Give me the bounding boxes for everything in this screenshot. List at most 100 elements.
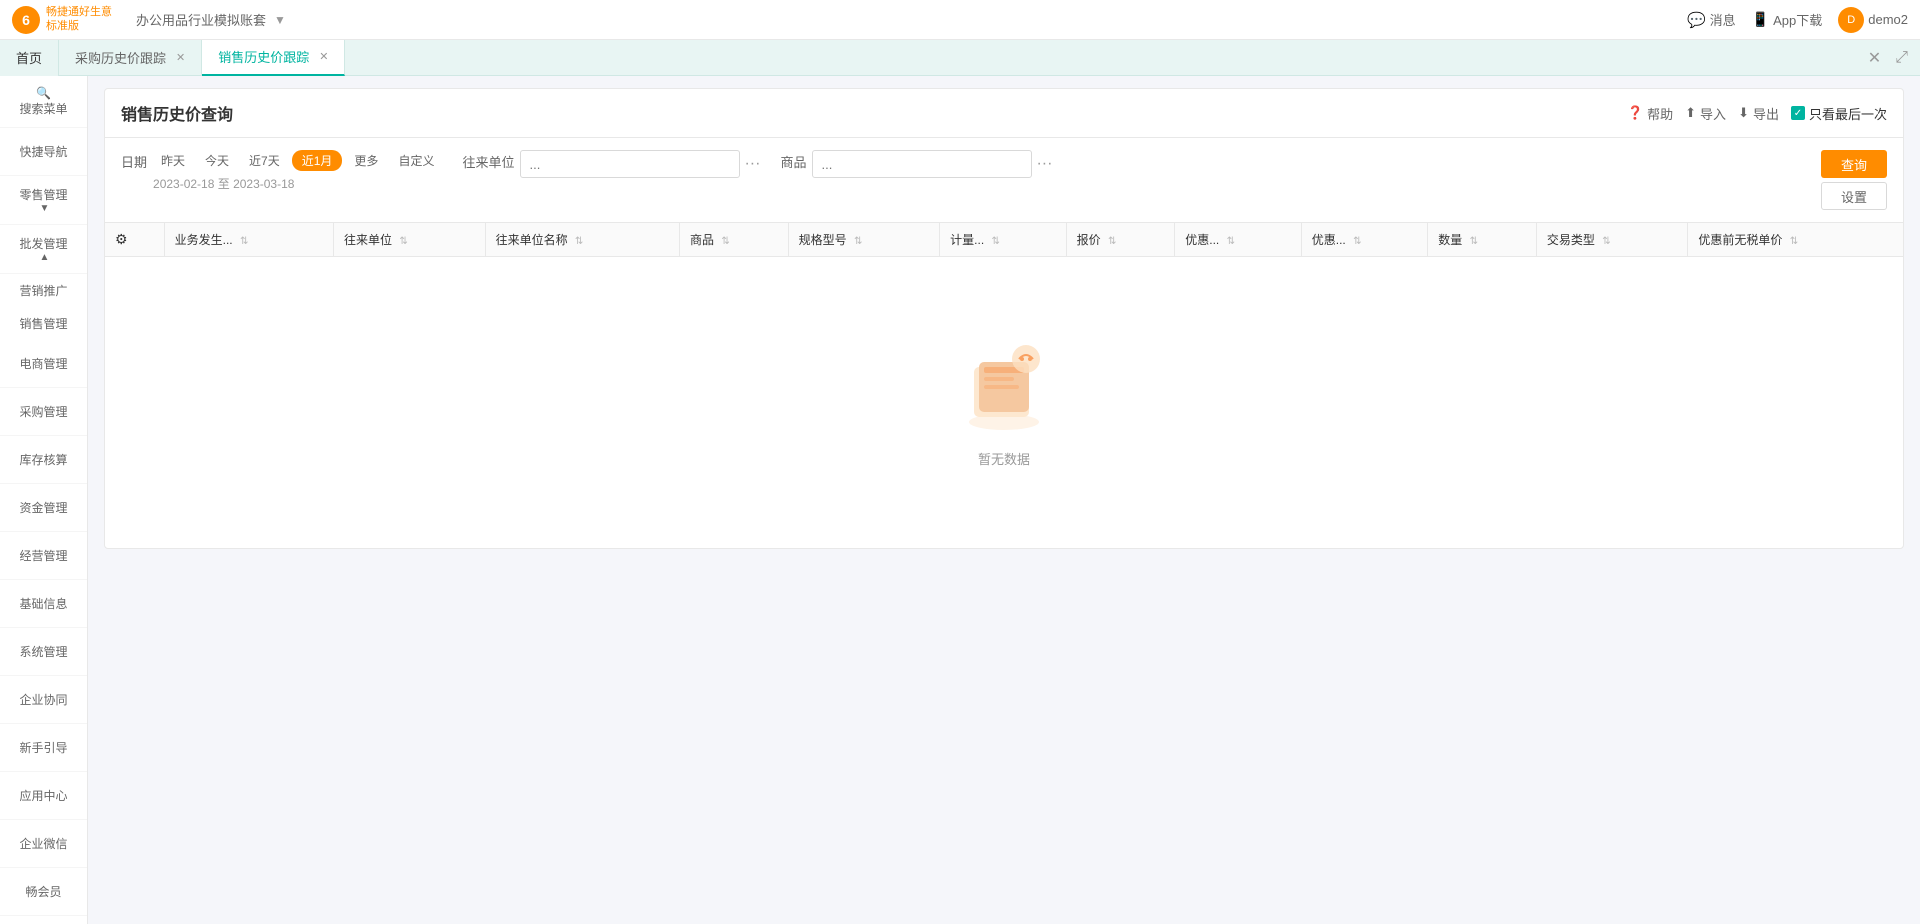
msg-btn[interactable]: 💬 消息 bbox=[1687, 10, 1736, 29]
partner-input[interactable] bbox=[520, 150, 740, 178]
date-btn-yesterday[interactable]: 昨天 bbox=[153, 150, 193, 171]
sidebar-item-operations[interactable]: 经营管理 bbox=[0, 532, 87, 580]
date-options: 昨天 今天 近7天 近1月 更多 自定义 2023-02-18 至 2023-0… bbox=[153, 150, 442, 192]
col-settings[interactable]: ⚙ bbox=[105, 223, 164, 257]
help-btn[interactable]: ❓ 帮助 bbox=[1627, 104, 1673, 123]
tab-home[interactable]: 首页 bbox=[0, 40, 59, 76]
page-title: 销售历史价查询 bbox=[121, 101, 233, 125]
filter-bar: 日期 昨天 今天 近7天 近1月 更多 自定义 2023-02-18 至 202… bbox=[105, 138, 1903, 223]
col-trade-type: 交易类型 ⇅ bbox=[1536, 223, 1688, 257]
sidebar-item-membership[interactable]: 畅会员 bbox=[0, 868, 87, 916]
date-label: 日期 bbox=[121, 150, 147, 176]
user-area[interactable]: D demo2 bbox=[1838, 7, 1908, 33]
tab-sales-close-icon[interactable]: ✕ bbox=[319, 50, 328, 63]
col-unit: 计量... ⇅ bbox=[940, 223, 1067, 257]
tab-close-all-icon[interactable]: ✕ bbox=[1864, 46, 1885, 70]
msg-icon: 💬 bbox=[1687, 11, 1706, 29]
sidebar-item-retail[interactable]: 零售管理 ▼ bbox=[0, 176, 87, 225]
search-icon: 🔍 bbox=[36, 86, 51, 100]
sidebar-item-inventory[interactable]: 库存核算 bbox=[0, 436, 87, 484]
col-goods: 商品 ⇅ bbox=[680, 223, 789, 257]
date-btn-custom[interactable]: 自定义 bbox=[390, 150, 442, 171]
sidebar-item-wechat[interactable]: 企业微信 bbox=[0, 820, 87, 868]
tab-sales-history[interactable]: 销售历史价跟踪 ✕ bbox=[202, 40, 345, 76]
top-bar: 6 畅捷通好生意 标准版 办公用品行业模拟账套 ▼ 💬 消息 📱 App下载 D… bbox=[0, 0, 1920, 40]
sidebar-sub-salesmgmt[interactable]: 销售管理 bbox=[0, 307, 87, 340]
last-only-checkbox-label[interactable]: ✓ 只看最后一次 bbox=[1791, 104, 1887, 123]
app-download-btn[interactable]: 📱 App下载 bbox=[1752, 10, 1823, 29]
export-btn[interactable]: ⬇ 导出 bbox=[1738, 104, 1779, 123]
sidebar-item-purchase[interactable]: 采购管理 bbox=[0, 388, 87, 436]
sidebar-item-finance[interactable]: 资金管理 bbox=[0, 484, 87, 532]
sidebar-item-quicknav[interactable]: 快捷导航 bbox=[0, 128, 87, 176]
tab-purchase-close-icon[interactable]: ✕ bbox=[176, 51, 185, 64]
date-btn-7days[interactable]: 近7天 bbox=[241, 150, 288, 171]
sidebar-item-system[interactable]: 系统管理 bbox=[0, 628, 87, 676]
logo-icon: 6 bbox=[12, 6, 40, 34]
export-icon: ⬇ bbox=[1738, 105, 1749, 121]
filter-actions: 查询 设置 bbox=[1821, 150, 1887, 210]
sidebar-item-basics[interactable]: 基础信息 bbox=[0, 580, 87, 628]
partner-filter-group: 往来单位 ··· bbox=[462, 150, 760, 178]
last-only-checkbox[interactable]: ✓ bbox=[1791, 106, 1805, 120]
setting-button[interactable]: 设置 bbox=[1821, 182, 1887, 210]
help-icon: ❓ bbox=[1627, 105, 1643, 121]
table-header: ⚙ 业务发生... ⇅ 往来单位 ⇅ 往来单位名称 ⇅ 商品 ⇅ 规格型号 ⇅ … bbox=[105, 223, 1903, 257]
date-range-display: 2023-02-18 至 2023-03-18 bbox=[153, 175, 442, 192]
col-spec: 规格型号 ⇅ bbox=[788, 223, 940, 257]
sidebar-item-guide[interactable]: 新手引导 bbox=[0, 724, 87, 772]
partner-select-icon[interactable]: ··· bbox=[744, 155, 760, 173]
col-qty: 数量 ⇅ bbox=[1428, 223, 1537, 257]
col-partner-name: 往来单位名称 ⇅ bbox=[485, 223, 679, 257]
col-date: 业务发生... ⇅ bbox=[164, 223, 333, 257]
empty-illustration bbox=[954, 337, 1054, 437]
data-table: ⚙ 业务发生... ⇅ 往来单位 ⇅ 往来单位名称 ⇅ 商品 ⇅ 规格型号 ⇅ … bbox=[105, 223, 1903, 257]
query-button[interactable]: 查询 bbox=[1821, 150, 1887, 178]
sidebar-item-ecommerce[interactable]: 电商管理 bbox=[0, 340, 87, 388]
page-panel: 销售历史价查询 ❓ 帮助 ⬆ 导入 ⬇ 导出 bbox=[104, 88, 1904, 549]
sidebar-item-wholesale[interactable]: 批发管理 ▲ bbox=[0, 225, 87, 274]
sidebar-item-search[interactable]: 🔍 搜索菜单 bbox=[0, 76, 87, 128]
goods-filter-group: 商品 ··· bbox=[780, 150, 1052, 178]
tab-maximize-icon[interactable]: ⤢ bbox=[1891, 47, 1912, 69]
page-content: 销售历史价查询 ❓ 帮助 ⬆ 导入 ⬇ 导出 bbox=[88, 76, 1920, 924]
page-header: 销售历史价查询 ❓ 帮助 ⬆ 导入 ⬇ 导出 bbox=[105, 89, 1903, 138]
date-btn-1month[interactable]: 近1月 bbox=[292, 150, 343, 171]
main-layout: 🔍 搜索菜单 快捷导航 零售管理 ▼ 批发管理 ▲ 营销推广 销售管理 电商管理… bbox=[0, 76, 1920, 924]
goods-input-group: ··· bbox=[812, 150, 1052, 178]
sidebar: 🔍 搜索菜单 快捷导航 零售管理 ▼ 批发管理 ▲ 营销推广 销售管理 电商管理… bbox=[0, 76, 88, 924]
top-bar-right: 💬 消息 📱 App下载 D demo2 bbox=[1687, 7, 1908, 33]
table-wrapper: ⚙ 业务发生... ⇅ 往来单位 ⇅ 往来单位名称 ⇅ 商品 ⇅ 规格型号 ⇅ … bbox=[105, 223, 1903, 257]
app-title: 办公用品行业模拟账套 bbox=[136, 10, 266, 29]
wholesale-arrow-icon: ▲ bbox=[40, 252, 50, 263]
goods-input[interactable] bbox=[812, 150, 1032, 178]
sidebar-item-enterprise[interactable]: 企业协同 bbox=[0, 676, 87, 724]
date-filter-group: 日期 昨天 今天 近7天 近1月 更多 自定义 2023-02-18 至 202… bbox=[121, 150, 442, 192]
import-btn[interactable]: ⬆ 导入 bbox=[1685, 104, 1726, 123]
date-btn-today[interactable]: 今天 bbox=[197, 150, 237, 171]
avatar: D bbox=[1838, 7, 1864, 33]
import-icon: ⬆ bbox=[1685, 105, 1696, 121]
sidebar-sub-marketing[interactable]: 营销推广 bbox=[0, 274, 87, 307]
date-btn-more[interactable]: 更多 bbox=[346, 150, 386, 171]
dropdown-icon[interactable]: ▼ bbox=[274, 13, 286, 27]
content-area: 销售历史价查询 ❓ 帮助 ⬆ 导入 ⬇ 导出 bbox=[88, 76, 1920, 924]
download-icon: 📱 bbox=[1752, 11, 1769, 28]
date-btn-row: 昨天 今天 近7天 近1月 更多 自定义 bbox=[153, 150, 442, 171]
empty-text: 暂无数据 bbox=[978, 449, 1030, 468]
tab-purchase-history[interactable]: 采购历史价跟踪 ✕ bbox=[59, 40, 202, 76]
col-discount1: 优惠... ⇅ bbox=[1175, 223, 1302, 257]
partner-input-group: ··· bbox=[520, 150, 760, 178]
sidebar-item-apps[interactable]: 应用中心 bbox=[0, 772, 87, 820]
logo-area: 6 畅捷通好生意 标准版 bbox=[12, 6, 112, 34]
logo-text: 畅捷通好生意 标准版 bbox=[46, 6, 112, 32]
top-bar-left: 6 畅捷通好生意 标准版 办公用品行业模拟账套 ▼ bbox=[12, 6, 286, 34]
col-discount2: 优惠... ⇅ bbox=[1301, 223, 1428, 257]
goods-select-icon[interactable]: ··· bbox=[1036, 155, 1052, 173]
col-pretax-price: 优惠前无税单价 ⇅ bbox=[1688, 223, 1903, 257]
retail-arrow-icon: ▼ bbox=[40, 203, 50, 214]
goods-label: 商品 bbox=[780, 150, 806, 176]
tab-bar: 首页 采购历史价跟踪 ✕ 销售历史价跟踪 ✕ ✕ ⤢ bbox=[0, 40, 1920, 76]
partner-label: 往来单位 bbox=[462, 150, 514, 176]
empty-state: 暂无数据 bbox=[105, 257, 1903, 548]
